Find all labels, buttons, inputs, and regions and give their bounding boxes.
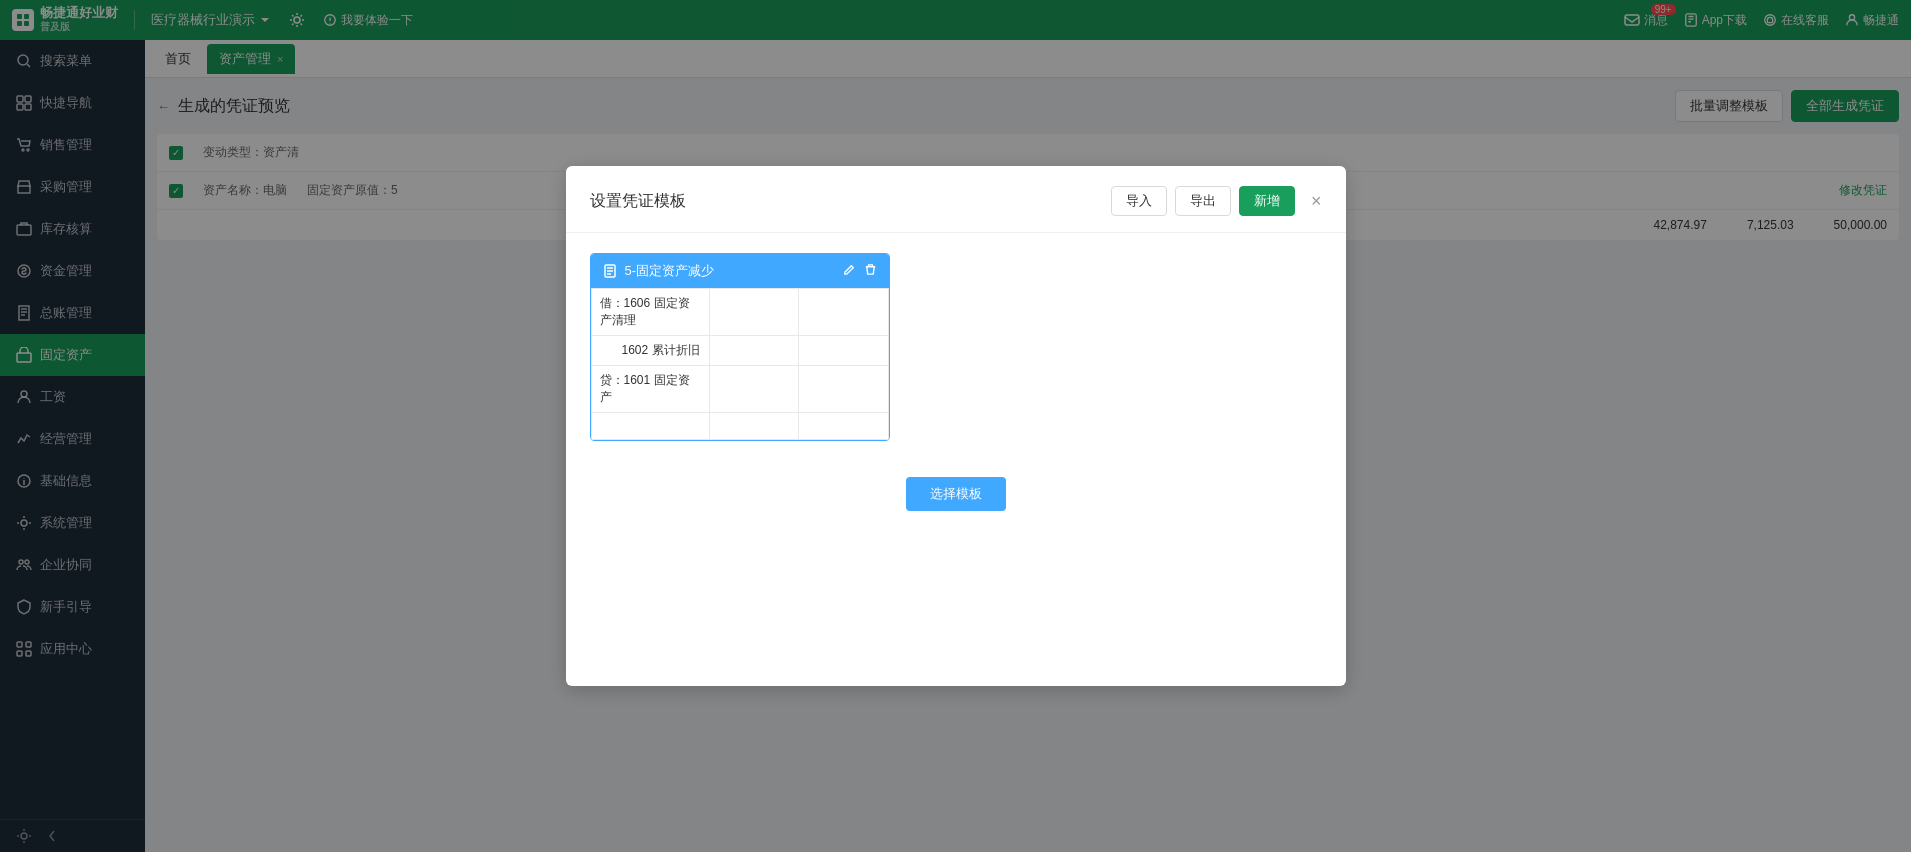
template-table: 借：1606 固定资产清理 1602 累计折旧 (591, 288, 889, 440)
template-card-header: 5-固定资产减少 (591, 254, 889, 288)
credit-label-1: 贷：1601 固定资产 (591, 366, 710, 413)
template-card-header-left: 5-固定资产减少 (603, 262, 715, 280)
template-doc-icon (603, 264, 617, 278)
template-edit-icon[interactable] (843, 263, 856, 279)
credit-value-1b (799, 366, 888, 413)
debit-value-2a (710, 336, 799, 366)
export-button[interactable]: 导出 (1175, 186, 1231, 216)
empty-cell-3 (799, 413, 888, 440)
content-area: 首页 资产管理 × ← 生成的凭证预览 批量调整模板 全部生成凭证 (145, 40, 1911, 852)
modal: 设置凭证模板 导入 导出 新增 × (566, 166, 1346, 686)
debit-value-1b (799, 289, 888, 336)
modal-body: 5-固定资产减少 (566, 233, 1346, 686)
template-row-debit2: 1602 累计折旧 (591, 336, 888, 366)
template-card-actions (843, 263, 877, 279)
select-template-button[interactable]: 选择模板 (906, 477, 1006, 511)
modal-overlay: 设置凭证模板 导入 导出 新增 × (145, 78, 1911, 852)
empty-cell-1 (591, 413, 710, 440)
credit-value-1a (710, 366, 799, 413)
modal-title: 设置凭证模板 (590, 191, 686, 212)
template-row-debit1: 借：1606 固定资产清理 (591, 289, 888, 336)
template-title: 5-固定资产减少 (625, 262, 715, 280)
empty-cell-2 (710, 413, 799, 440)
debit-value-1a (710, 289, 799, 336)
select-template-wrapper: 选择模板 (590, 461, 1322, 511)
new-template-button[interactable]: 新增 (1239, 186, 1295, 216)
content-main: ← 生成的凭证预览 批量调整模板 全部生成凭证 ✓ 变动类型：资产清 (145, 78, 1911, 852)
template-delete-icon[interactable] (864, 263, 877, 279)
debit-value-2b (799, 336, 888, 366)
template-row-empty (591, 413, 888, 440)
modal-header: 设置凭证模板 导入 导出 新增 × (566, 166, 1346, 233)
debit-label-2: 1602 累计折旧 (591, 336, 710, 366)
template-row-credit1: 贷：1601 固定资产 (591, 366, 888, 413)
import-button[interactable]: 导入 (1111, 186, 1167, 216)
modal-close-button[interactable]: × (1311, 192, 1322, 210)
debit-label-1: 借：1606 固定资产清理 (591, 289, 710, 336)
template-card: 5-固定资产减少 (590, 253, 890, 441)
template-card-body: 借：1606 固定资产清理 1602 累计折旧 (591, 288, 889, 440)
